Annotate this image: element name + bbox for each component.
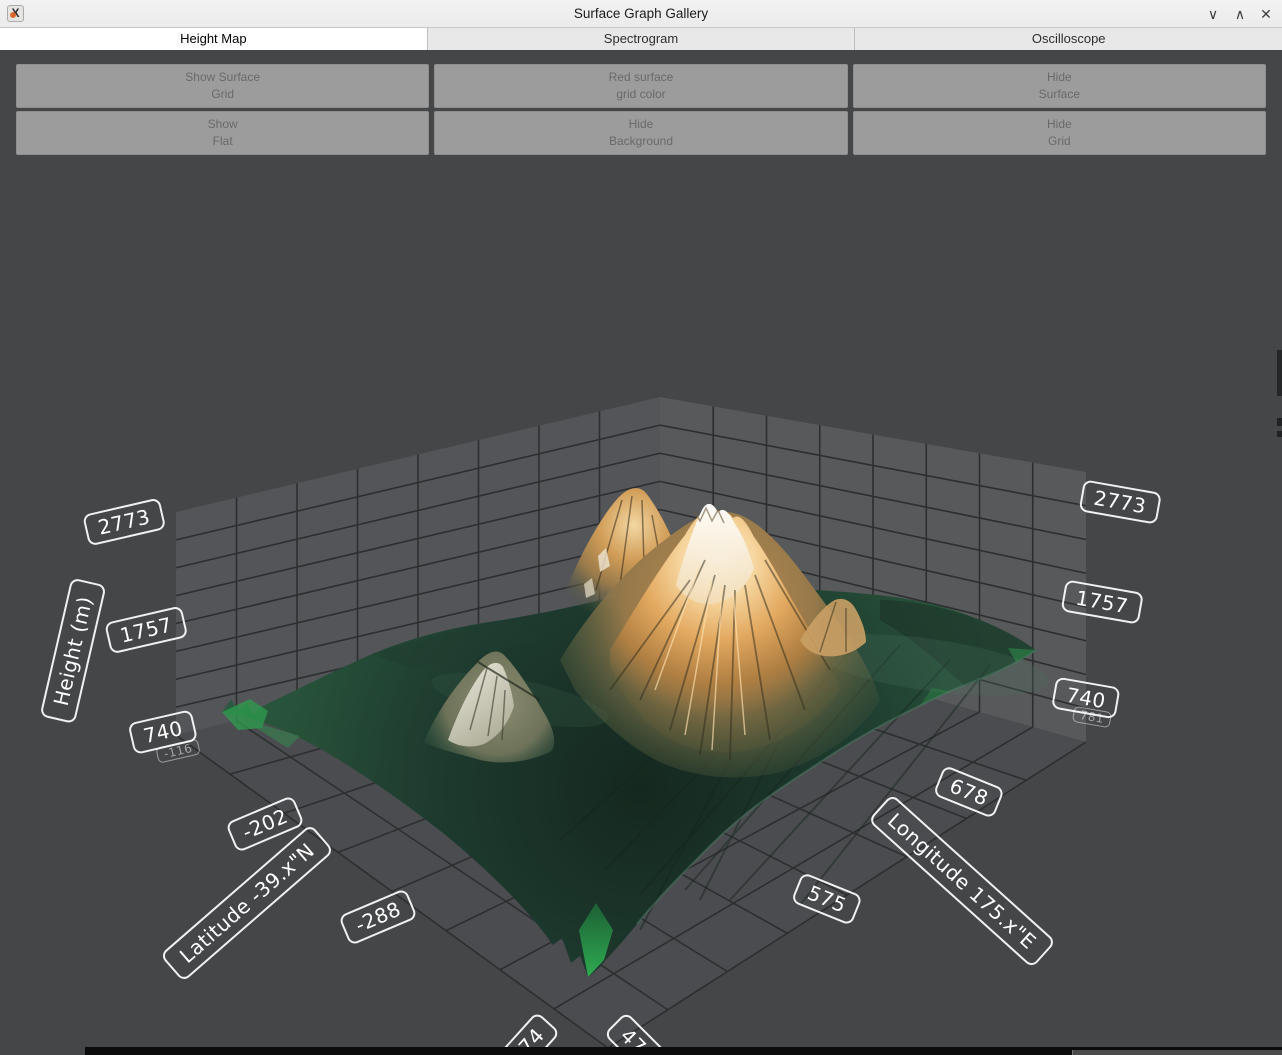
- right-edge-artifact: [1277, 418, 1282, 426]
- show-surface-grid-button[interactable]: Show Surface Grid: [16, 64, 429, 108]
- button-label: Flat: [17, 133, 428, 150]
- button-label: Background: [435, 133, 846, 150]
- button-label: Hide: [435, 116, 846, 133]
- bottom-window-edge-right: [1072, 1050, 1282, 1055]
- button-label: Show Surface: [17, 69, 428, 86]
- tab-oscilloscope[interactable]: Oscilloscope: [855, 28, 1282, 50]
- surface-plot-canvas[interactable]: [0, 50, 1282, 1055]
- tab-bar: Height Map Spectrogram Oscilloscope: [0, 28, 1282, 50]
- application-window: X Surface Graph Gallery ∨ ∧ ✕ Height Map…: [0, 0, 1282, 1055]
- right-edge-artifact: [1277, 431, 1282, 437]
- button-label: Red surface: [435, 69, 846, 86]
- window-title: Surface Graph Gallery: [0, 0, 1282, 28]
- maximize-icon[interactable]: ∧: [1229, 0, 1251, 28]
- button-label: Grid: [17, 86, 428, 103]
- button-label: grid color: [435, 86, 846, 103]
- button-label: Grid: [854, 133, 1265, 150]
- hide-grid-button[interactable]: Hide Grid: [853, 111, 1266, 155]
- control-button-grid: Show Surface Grid Red surface grid color…: [16, 64, 1266, 155]
- minimize-icon[interactable]: ∨: [1202, 0, 1224, 28]
- button-label: Hide: [854, 116, 1265, 133]
- button-label: Surface: [854, 86, 1265, 103]
- hide-background-button[interactable]: Hide Background: [434, 111, 847, 155]
- tab-height-map[interactable]: Height Map: [0, 28, 428, 50]
- tab-spectrogram[interactable]: Spectrogram: [428, 28, 856, 50]
- button-label: Show: [17, 116, 428, 133]
- hide-surface-button[interactable]: Hide Surface: [853, 64, 1266, 108]
- close-icon[interactable]: ✕: [1255, 0, 1277, 28]
- button-label: Hide: [854, 69, 1265, 86]
- red-surface-grid-color-button[interactable]: Red surface grid color: [434, 64, 847, 108]
- right-edge-artifact: [1277, 350, 1282, 396]
- window-titlebar[interactable]: X Surface Graph Gallery ∨ ∧ ✕: [0, 0, 1282, 28]
- show-flat-button[interactable]: Show Flat: [16, 111, 429, 155]
